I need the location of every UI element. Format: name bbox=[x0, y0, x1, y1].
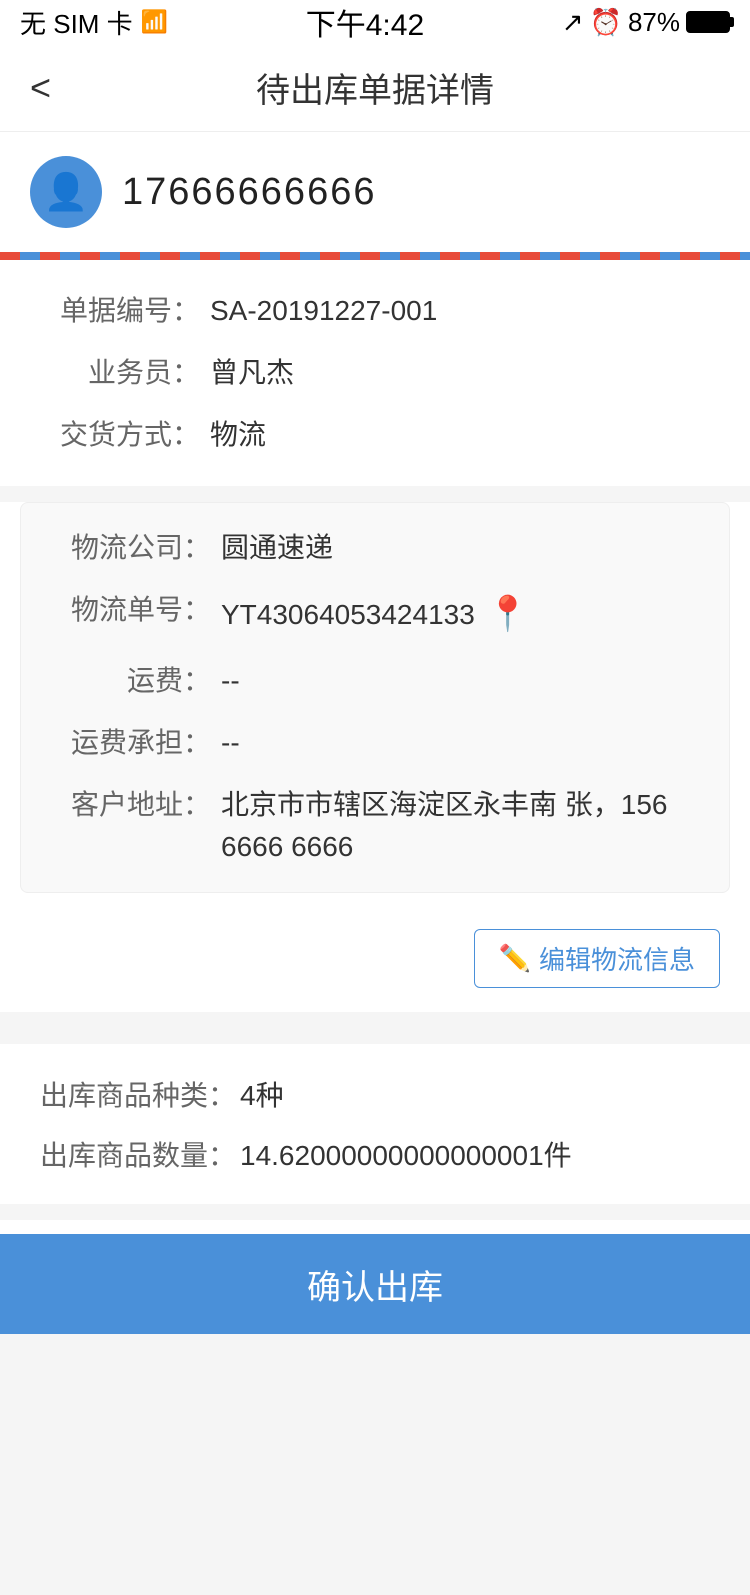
wifi-icon: 📶 bbox=[141, 9, 168, 35]
address-value: 北京市市辖区海淀区永丰南 张，156 6666 6666 bbox=[221, 784, 699, 868]
product-type-label: 出库商品种类： bbox=[40, 1074, 240, 1114]
product-quantity-value: 14.62000000000000001件 bbox=[240, 1134, 710, 1174]
edit-logistics-label: 编辑物流信息 bbox=[539, 940, 695, 977]
status-time: 下午4:42 bbox=[306, 0, 424, 44]
company-value: 圆通速递 bbox=[221, 527, 699, 569]
dashed-divider bbox=[0, 252, 750, 260]
product-quantity-label: 出库商品数量： bbox=[40, 1134, 240, 1174]
tracking-row: 物流单号： YT43064053424133 📍 bbox=[51, 589, 699, 640]
tracking-value: YT43064053424133 📍 bbox=[221, 589, 699, 640]
logistics-wrapper: 物流公司： 圆通速递 物流单号： YT43064053424133 📍 运费： … bbox=[0, 502, 750, 1012]
product-type-value: 4种 bbox=[240, 1074, 710, 1114]
summary-section: 出库商品种类： 4种 出库商品数量： 14.62000000000000001件 bbox=[0, 1044, 750, 1204]
user-phone: 17666666666 bbox=[122, 171, 376, 214]
delivery-row: 交货方式： 物流 bbox=[40, 414, 710, 456]
tracking-number: YT43064053424133 bbox=[221, 594, 475, 636]
basic-info-section: 单据编号： SA-20191227-001 业务员： 曾凡杰 交货方式： 物流 bbox=[0, 260, 750, 486]
doc-no-value: SA-20191227-001 bbox=[210, 290, 710, 332]
confirm-button-label: 确认出库 bbox=[307, 1260, 443, 1309]
tracking-label: 物流单号： bbox=[51, 589, 211, 631]
logistics-section: 物流公司： 圆通速递 物流单号： YT43064053424133 📍 运费： … bbox=[20, 502, 730, 893]
location-icon: ↗ bbox=[562, 7, 584, 38]
edit-btn-container: ✏️ 编辑物流信息 bbox=[0, 909, 750, 988]
alarm-icon: ⏰ bbox=[590, 7, 622, 38]
nav-bar: < 待出库单据详情 bbox=[0, 44, 750, 132]
location-pin-icon: 📍 bbox=[487, 589, 529, 640]
back-button[interactable]: < bbox=[20, 57, 61, 119]
product-quantity-row: 出库商品数量： 14.62000000000000001件 bbox=[40, 1134, 710, 1174]
freight-bearer-label: 运费承担： bbox=[51, 722, 211, 764]
status-bar: 无 SIM 卡 📶 下午4:42 ↗ ⏰ 87% bbox=[0, 0, 750, 44]
salesman-label: 业务员： bbox=[40, 352, 200, 394]
edit-icon: ✏️ bbox=[499, 943, 531, 974]
product-type-row: 出库商品种类： 4种 bbox=[40, 1074, 710, 1114]
confirm-bar[interactable]: 确认出库 bbox=[0, 1234, 750, 1334]
freight-value: -- bbox=[221, 660, 699, 702]
doc-no-label: 单据编号： bbox=[40, 290, 200, 332]
delivery-value: 物流 bbox=[210, 414, 710, 456]
battery-label: 87% bbox=[628, 7, 680, 38]
battery-icon bbox=[686, 11, 730, 33]
page-title: 待出库单据详情 bbox=[256, 63, 494, 112]
company-row: 物流公司： 圆通速递 bbox=[51, 527, 699, 569]
edit-logistics-button[interactable]: ✏️ 编辑物流信息 bbox=[474, 929, 720, 988]
status-left: 无 SIM 卡 📶 bbox=[20, 4, 168, 41]
carrier-label: 无 SIM 卡 bbox=[20, 4, 133, 41]
salesman-value: 曾凡杰 bbox=[210, 352, 710, 394]
avatar: 👤 bbox=[30, 156, 102, 228]
status-right: ↗ ⏰ 87% bbox=[562, 7, 730, 38]
freight-bearer-row: 运费承担： -- bbox=[51, 722, 699, 764]
address-row: 客户地址： 北京市市辖区海淀区永丰南 张，156 6666 6666 bbox=[51, 784, 699, 868]
section-gap bbox=[0, 1028, 750, 1044]
avatar-icon: 👤 bbox=[44, 171, 89, 213]
company-label: 物流公司： bbox=[51, 527, 211, 569]
user-header: 👤 17666666666 bbox=[0, 132, 750, 252]
delivery-label: 交货方式： bbox=[40, 414, 200, 456]
salesman-row: 业务员： 曾凡杰 bbox=[40, 352, 710, 394]
freight-bearer-value: -- bbox=[221, 722, 699, 764]
freight-row: 运费： -- bbox=[51, 660, 699, 702]
address-label: 客户地址： bbox=[51, 784, 211, 826]
freight-label: 运费： bbox=[51, 660, 211, 702]
doc-no-row: 单据编号： SA-20191227-001 bbox=[40, 290, 710, 332]
